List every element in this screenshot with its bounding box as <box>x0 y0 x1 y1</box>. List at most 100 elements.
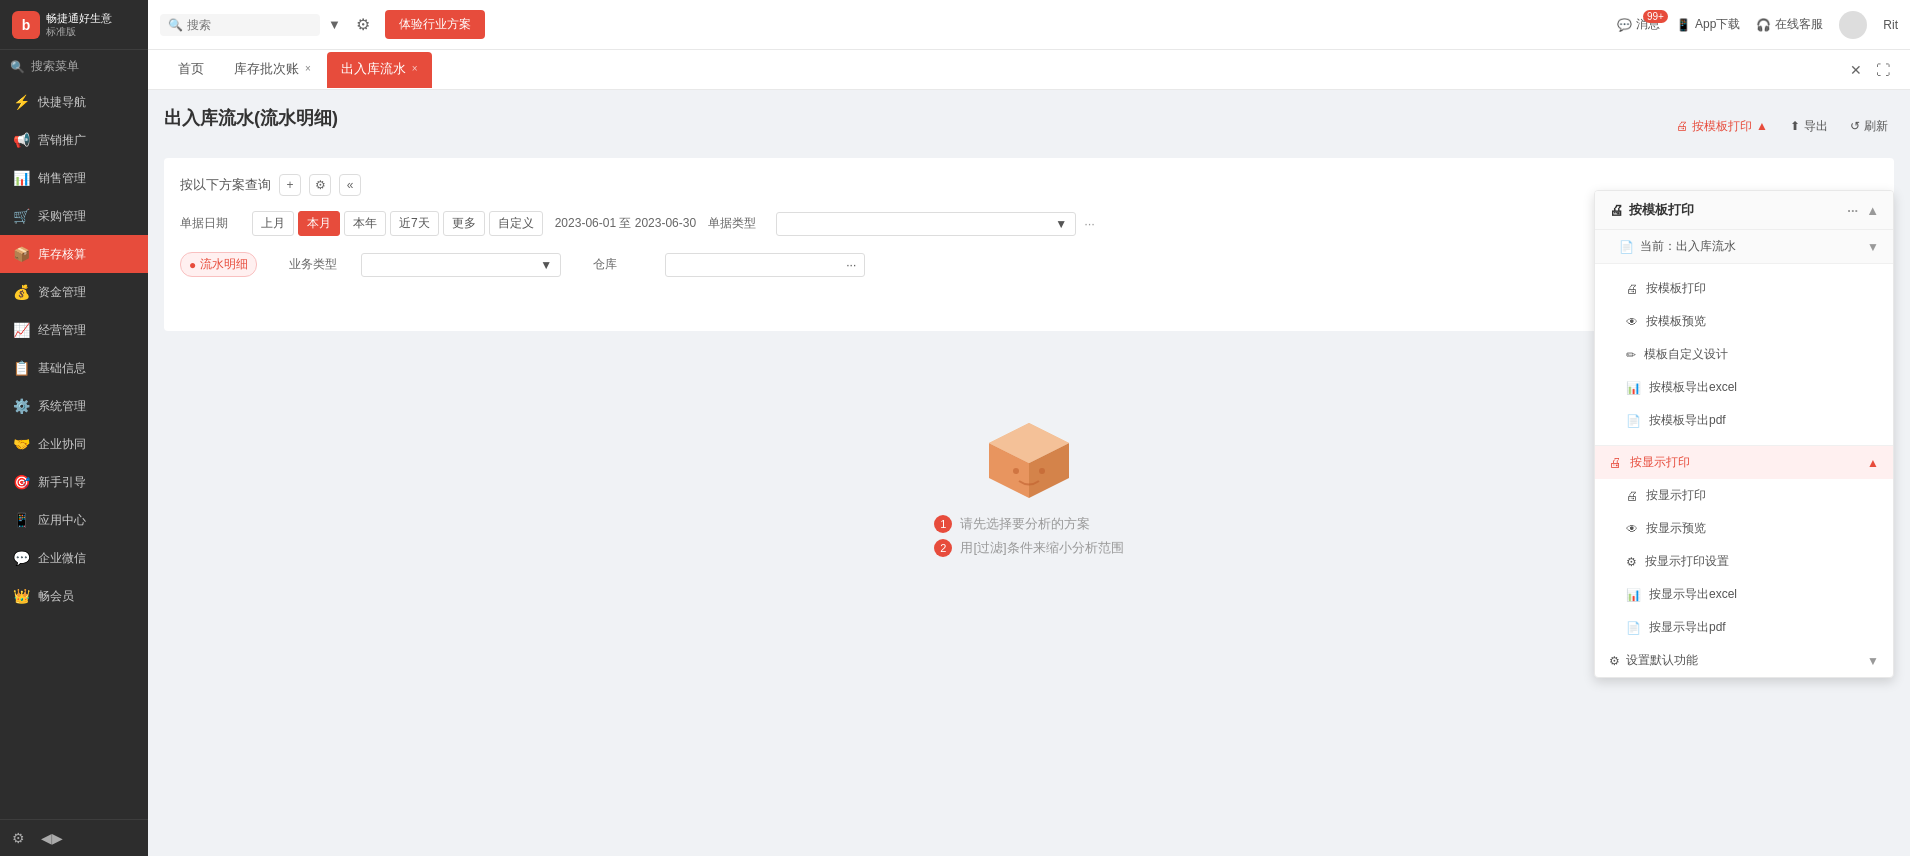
display-print-item[interactable]: 🖨 按显示打印 <box>1595 479 1893 512</box>
pdf-icon: 📄 <box>1626 414 1641 428</box>
item-label: 按模板导出excel <box>1649 379 1737 396</box>
tab-home[interactable]: 首页 <box>164 52 218 88</box>
export-btn[interactable]: ⬆ 导出 <box>1784 114 1834 139</box>
sidebar-item-system[interactable]: ⚙️ 系统管理 <box>0 387 148 425</box>
footer-chevron-down-icon: ▼ <box>1867 654 1879 668</box>
header-search-dropdown[interactable]: ▼ <box>328 17 341 32</box>
sidebar-item-marketing[interactable]: 📢 营销推广 <box>0 121 148 159</box>
message-btn[interactable]: 💬 消息 99+ <box>1617 16 1660 33</box>
date-btn-last-month[interactable]: 上月 <box>252 211 294 236</box>
trial-btn[interactable]: 体验行业方案 <box>385 10 485 39</box>
settings-icon[interactable]: ⚙ <box>12 830 25 846</box>
tab-flow[interactable]: 出入库流水 × <box>327 52 432 88</box>
tab-batch-account[interactable]: 库存批次账 × <box>220 52 325 88</box>
refresh-btn[interactable]: ↺ 刷新 <box>1844 114 1894 139</box>
sidebar-search[interactable]: 🔍 搜索菜单 <box>0 50 148 83</box>
sidebar-item-cooperation[interactable]: 🤝 企业协同 <box>0 425 148 463</box>
display-print-icon: 🖨 <box>1609 455 1622 470</box>
collapse-sidebar-icon[interactable]: ◀▶ <box>41 830 63 846</box>
more-icon: ··· <box>1084 216 1095 231</box>
avatar[interactable] <box>1839 11 1867 39</box>
date-btn-more[interactable]: 更多 <box>443 211 485 236</box>
print-display-icon: 🖨 <box>1626 489 1638 503</box>
online-service-btn[interactable]: 🎧 在线客服 <box>1756 16 1823 33</box>
sidebar-item-wechat[interactable]: 💬 企业微信 <box>0 539 148 577</box>
date-btn-custom[interactable]: 自定义 <box>489 211 543 236</box>
display-export-pdf-item[interactable]: 📄 按显示导出pdf <box>1595 611 1893 644</box>
sidebar-item-quick-nav[interactable]: ⚡ 快捷导航 <box>0 83 148 121</box>
date-range-label: 2023-06-01 至 2023-06-30 <box>555 215 696 232</box>
display-preview-item[interactable]: 👁 按显示预览 <box>1595 512 1893 545</box>
sales-icon: 📊 <box>12 169 30 187</box>
item-label: 按显示打印设置 <box>1645 553 1729 570</box>
sidebar-item-label: 新手引导 <box>38 474 86 491</box>
section-left: 🖨 按显示打印 <box>1609 454 1690 471</box>
dropdown-chevron-up-icon[interactable]: ▲ <box>1866 203 1879 218</box>
tab-fullscreen-icon[interactable]: ⛶ <box>1872 58 1894 82</box>
template-export-excel-item[interactable]: 📊 按模板导出excel <box>1595 371 1893 404</box>
app-download-btn[interactable]: 📱 App下载 <box>1676 16 1740 33</box>
template-print-item[interactable]: 🖨 按模板打印 <box>1595 272 1893 305</box>
sidebar-item-inventory[interactable]: 📦 库存核算 <box>0 235 148 273</box>
item-label: 按模板预览 <box>1646 313 1706 330</box>
sidebar-item-label: 企业协同 <box>38 436 86 453</box>
doc-type-label: 单据类型 <box>708 215 768 232</box>
template-design-item[interactable]: ✏ 模板自定义设计 <box>1595 338 1893 371</box>
header: 🔍 ▼ ⚙ 体验行业方案 💬 消息 99+ 📱 App下载 🎧 在线客服 Rit <box>148 0 1910 50</box>
refresh-label: 刷新 <box>1864 118 1888 135</box>
business-type-select[interactable]: ▼ <box>361 253 561 277</box>
date-btn-this-month[interactable]: 本月 <box>298 211 340 236</box>
doc-type-select[interactable]: ▼ <box>776 212 1076 236</box>
filter-collapse-btn[interactable]: « <box>339 174 361 196</box>
export-icon: ⬆ <box>1790 119 1800 133</box>
refresh-icon: ↺ <box>1850 119 1860 133</box>
sidebar: b 畅捷通好生意 标准版 🔍 搜索菜单 ⚡ 快捷导航 📢 营销推广 📊 销售管理… <box>0 0 148 856</box>
date-btn-this-year[interactable]: 本年 <box>344 211 386 236</box>
filter-settings-btn[interactable]: ⚙ <box>309 174 331 196</box>
design-icon: ✏ <box>1626 348 1636 362</box>
sidebar-item-finance[interactable]: 💰 资金管理 <box>0 273 148 311</box>
dots-icon[interactable]: ··· <box>1847 203 1858 218</box>
sidebar-item-member[interactable]: 👑 畅会员 <box>0 577 148 615</box>
date-btn-7days[interactable]: 近7天 <box>390 211 439 236</box>
display-export-excel-item[interactable]: 📊 按显示导出excel <box>1595 578 1893 611</box>
display-print-section-header[interactable]: 🖨 按显示打印 ▲ <box>1595 446 1893 479</box>
message-icon: 💬 <box>1617 18 1632 32</box>
settings-circle-icon: ⚙ <box>315 178 326 192</box>
header-search-input[interactable] <box>187 18 307 32</box>
display-print-settings-item[interactable]: ⚙ 按显示打印设置 <box>1595 545 1893 578</box>
sidebar-item-purchase[interactable]: 🛒 采购管理 <box>0 197 148 235</box>
sidebar-item-beginner[interactable]: 🎯 新手引导 <box>0 463 148 501</box>
content-area: 出入库流水(流水明细) 🖨 按模板打印 ▲ ⬆ 导出 ↺ 刷新 <box>148 90 1910 856</box>
tab-flow-close[interactable]: × <box>412 63 418 74</box>
empty-step-2: 2 用[过滤]条件来缩小分析范围 <box>934 539 1123 557</box>
filter-add-btn[interactable]: + <box>279 174 301 196</box>
tab-batch-close[interactable]: × <box>305 63 311 74</box>
sidebar-item-sales[interactable]: 📊 销售管理 <box>0 159 148 197</box>
flow-type-tag[interactable]: ● 流水明细 <box>180 252 257 277</box>
sidebar-item-operations[interactable]: 📈 经营管理 <box>0 311 148 349</box>
header-gear-button[interactable]: ⚙ <box>349 11 377 39</box>
logo-name: 畅捷通好生意 <box>46 12 112 24</box>
search-icon: 🔍 <box>10 60 25 74</box>
warehouse-select[interactable]: ··· <box>665 253 865 277</box>
display-print-items: 🖨 按显示打印 👁 按显示预览 ⚙ 按显示打印设置 📊 按显示导出excel 📄 <box>1595 479 1893 644</box>
template-preview-item[interactable]: 👁 按模板预览 <box>1595 305 1893 338</box>
dropdown-footer[interactable]: ⚙ 设置默认功能 ▼ <box>1595 644 1893 677</box>
chevron-down-icon: ▼ <box>540 258 552 272</box>
date-field-label: 单据日期 <box>180 215 240 232</box>
header-search-box[interactable]: 🔍 <box>160 14 320 36</box>
sidebar-item-label: 企业微信 <box>38 550 86 567</box>
template-export-pdf-item[interactable]: 📄 按模板导出pdf <box>1595 404 1893 437</box>
sidebar-item-app-center[interactable]: 📱 应用中心 <box>0 501 148 539</box>
header-search-icon: 🔍 <box>168 18 183 32</box>
dropdown-header-icons: ··· ▲ <box>1847 203 1879 218</box>
dropdown-current-item[interactable]: 📄 当前：出入库流水 ▼ <box>1595 230 1893 264</box>
sidebar-item-label: 采购管理 <box>38 208 86 225</box>
print-dropdown-btn[interactable]: 🖨 按模板打印 ▲ <box>1670 114 1774 139</box>
tab-flow-label: 出入库流水 <box>341 60 406 78</box>
preview-icon2: 👁 <box>1626 522 1638 536</box>
sidebar-item-basic-info[interactable]: 📋 基础信息 <box>0 349 148 387</box>
sidebar-item-label: 库存核算 <box>38 246 86 263</box>
tab-close-all-icon[interactable]: ✕ <box>1846 58 1866 82</box>
